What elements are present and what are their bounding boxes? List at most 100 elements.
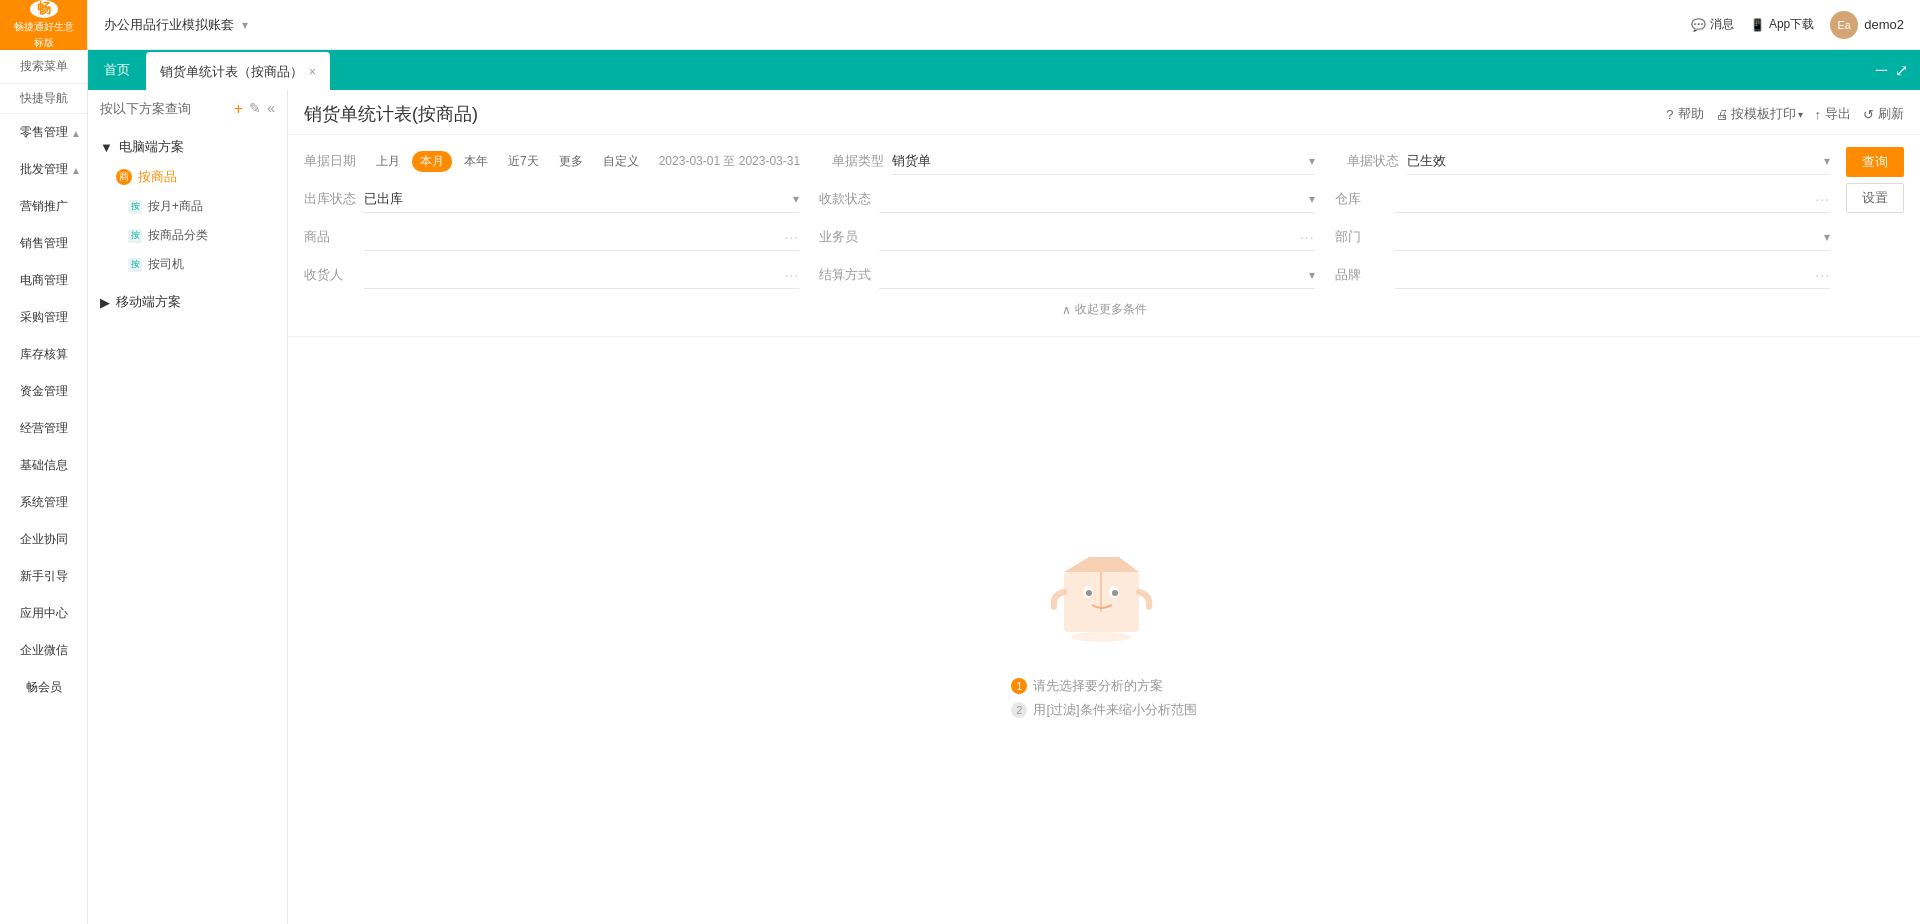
department-control[interactable]: ▾ <box>1395 223 1830 251</box>
query-button[interactable]: 查询 <box>1846 147 1904 177</box>
receiver-item: 收货人 ··· <box>304 261 799 289</box>
sidebar-quick[interactable]: 快捷导航 <box>0 84 87 114</box>
warehouse-dots[interactable]: ··· <box>1815 191 1830 207</box>
payment-label: 结算方式 <box>819 266 871 284</box>
app-download-button[interactable]: 📱 App下载 <box>1750 16 1814 33</box>
refresh-button[interactable]: ↺ 刷新 <box>1863 105 1904 123</box>
date-tab-more[interactable]: 更多 <box>551 151 591 172</box>
collapse-button[interactable]: ∧ 收起更多条件 <box>1062 301 1147 318</box>
tip-num-1: 1 <box>1011 678 1027 694</box>
settings-button[interactable]: 设置 <box>1846 183 1904 213</box>
sidebar-item-system[interactable]: 系统管理 <box>0 484 87 521</box>
sidebar-item-ecommerce[interactable]: 电商管理 <box>0 262 87 299</box>
collapse-panel-button[interactable]: « <box>267 100 275 118</box>
print-dropdown-arrow[interactable]: ▾ <box>1798 109 1803 120</box>
salesperson-control[interactable]: ··· <box>879 223 1314 251</box>
export-button[interactable]: ↑ 导出 <box>1815 105 1852 123</box>
out-status-arrow[interactable]: ▾ <box>793 192 799 206</box>
date-tab-custom[interactable]: 自定义 <box>595 151 647 172</box>
sidebar-item-wechat[interactable]: 企业微信 <box>0 632 87 669</box>
logo-sub: 标版 <box>34 36 54 50</box>
plan-group-desktop[interactable]: ▼ 电脑端方案 <box>88 132 287 162</box>
sidebar-item-inventory[interactable]: 库存核算 <box>0 336 87 373</box>
plan-group-mobile[interactable]: ▶ 移动端方案 <box>88 287 287 317</box>
sidebar-item-finance[interactable]: 资金管理 <box>0 373 87 410</box>
tab-maximize-button[interactable]: ⤢ <box>1895 61 1908 80</box>
sidebar-item-guide[interactable]: 新手引导 <box>0 558 87 595</box>
user-profile[interactable]: Ea demo2 <box>1830 11 1904 39</box>
brand-label: 品牌 <box>1335 266 1387 284</box>
doc-status-label: 单据状态 <box>1347 152 1399 170</box>
receive-status-arrow[interactable]: ▾ <box>1309 192 1315 206</box>
topbar-right: 💬 消息 📱 App下载 Ea demo2 <box>1691 11 1904 39</box>
receive-status-control[interactable]: ▾ <box>879 185 1314 213</box>
department-item: 部门 ▾ <box>1335 223 1830 251</box>
plan-item-by-driver[interactable]: 按 按司机 <box>88 250 287 279</box>
doc-type-control[interactable]: 销货单 ▾ <box>892 147 1315 175</box>
topbar: 办公用品行业模拟账套 ▾ 💬 消息 📱 App下载 Ea demo2 <box>88 0 1920 50</box>
date-filter-row: 单据日期 上月 本月 本年 近7天 更多 自定义 2023-03-01 至 20… <box>304 147 1830 175</box>
goods-dots[interactable]: ··· <box>785 229 800 245</box>
right-panel: 销货单统计表(按商品) ? 帮助 🖨 按模板打印 ▾ ↑ 导出 <box>288 90 1920 924</box>
sidebar-item-sales[interactable]: 销售管理 <box>0 225 87 262</box>
help-button[interactable]: ? 帮助 <box>1666 105 1703 123</box>
sidebar-item-marketing[interactable]: 营销推广 <box>0 188 87 225</box>
sidebar-logo[interactable]: 畅 畅捷通好生意 标版 <box>0 0 87 50</box>
sidebar-item-purchase[interactable]: 采购管理 <box>0 299 87 336</box>
date-tab-7days[interactable]: 近7天 <box>500 151 547 172</box>
payment-control[interactable]: ▾ <box>879 261 1314 289</box>
date-tab-this-month[interactable]: 本月 <box>412 151 452 172</box>
edit-plan-button[interactable]: ✎ <box>249 100 261 118</box>
sidebar-item-retail[interactable]: 零售管理 ▲ <box>0 114 87 151</box>
out-status-control[interactable]: 已出库 ▾ <box>364 185 799 213</box>
payment-arrow[interactable]: ▾ <box>1309 268 1315 282</box>
svg-point-6 <box>1071 632 1131 642</box>
print-button[interactable]: 🖨 按模板打印 ▾ <box>1716 105 1803 123</box>
brand-control[interactable]: ··· <box>1395 261 1830 289</box>
logo-icon: 畅 <box>30 0 58 18</box>
date-label: 单据日期 <box>304 152 356 170</box>
doc-type-arrow[interactable]: ▾ <box>1309 154 1315 168</box>
sidebar-item-wholesale[interactable]: 批发管理 ▲ <box>0 151 87 188</box>
goods-control[interactable]: ··· <box>364 223 799 251</box>
sidebar-item-appstore[interactable]: 应用中心 <box>0 595 87 632</box>
receiver-dots[interactable]: ··· <box>785 267 800 283</box>
receiver-control[interactable]: ··· <box>364 261 799 289</box>
sidebar-item-member[interactable]: 畅会员 <box>0 669 87 706</box>
topbar-dropdown-icon[interactable]: ▾ <box>242 18 248 32</box>
panel-header-actions: + ✎ « <box>234 100 275 118</box>
sidebar: 畅 畅捷通好生意 标版 搜索菜单 快捷导航 零售管理 ▲ 批发管理 ▲ 营销推广… <box>0 0 88 924</box>
doc-type-value: 销货单 <box>892 152 931 170</box>
tab-close-button[interactable]: × <box>309 65 316 79</box>
doc-status-arrow[interactable]: ▾ <box>1824 154 1830 168</box>
date-tab-last-month[interactable]: 上月 <box>368 151 408 172</box>
message-button[interactable]: 💬 消息 <box>1691 16 1734 33</box>
plan-item-by-category[interactable]: 按 按商品分类 <box>88 221 287 250</box>
plan-item-by-goods[interactable]: 商 按商品 <box>88 162 287 192</box>
filter-area: 单据日期 上月 本月 本年 近7天 更多 自定义 2023-03-01 至 20… <box>288 135 1920 337</box>
sidebar-item-enterprise[interactable]: 企业协同 <box>0 521 87 558</box>
doc-status-control[interactable]: 已生效 ▾ <box>1407 147 1830 175</box>
sidebar-search[interactable]: 搜索菜单 <box>0 50 87 84</box>
warehouse-label: 仓库 <box>1335 190 1387 208</box>
add-plan-button[interactable]: + <box>234 100 243 118</box>
tab-current[interactable]: 销货单统计表（按商品） × <box>146 52 330 92</box>
brand-dots[interactable]: ··· <box>1815 267 1830 283</box>
goods-item: 商品 ··· <box>304 223 799 251</box>
plan-item-by-month-goods[interactable]: 按 按月+商品 <box>88 192 287 221</box>
sidebar-item-basics[interactable]: 基础信息 <box>0 447 87 484</box>
content-area: 按以下方案查询 + ✎ « ▼ 电脑端方案 商 按商品 按 按月+ <box>88 90 1920 924</box>
date-tab-this-year[interactable]: 本年 <box>456 151 496 172</box>
tab-home[interactable]: 首页 <box>88 50 146 90</box>
sidebar-item-operations[interactable]: 经营管理 <box>0 410 87 447</box>
avatar: Ea <box>1830 11 1858 39</box>
empty-area: 1 请先选择要分析的方案 2 用[过滤]条件来缩小分析范围 <box>288 337 1920 924</box>
department-arrow[interactable]: ▾ <box>1824 230 1830 244</box>
collapse-row: ∧ 收起更多条件 <box>304 295 1904 324</box>
warehouse-control[interactable]: ··· <box>1395 185 1830 213</box>
main-area: 办公用品行业模拟账套 ▾ 💬 消息 📱 App下载 Ea demo2 首页 销货… <box>88 0 1920 924</box>
salesperson-dots[interactable]: ··· <box>1300 229 1315 245</box>
tab-minimize-button[interactable]: ─ <box>1876 61 1887 79</box>
user-name: demo2 <box>1864 17 1904 32</box>
warehouse-item: 仓库 ··· <box>1335 185 1830 213</box>
